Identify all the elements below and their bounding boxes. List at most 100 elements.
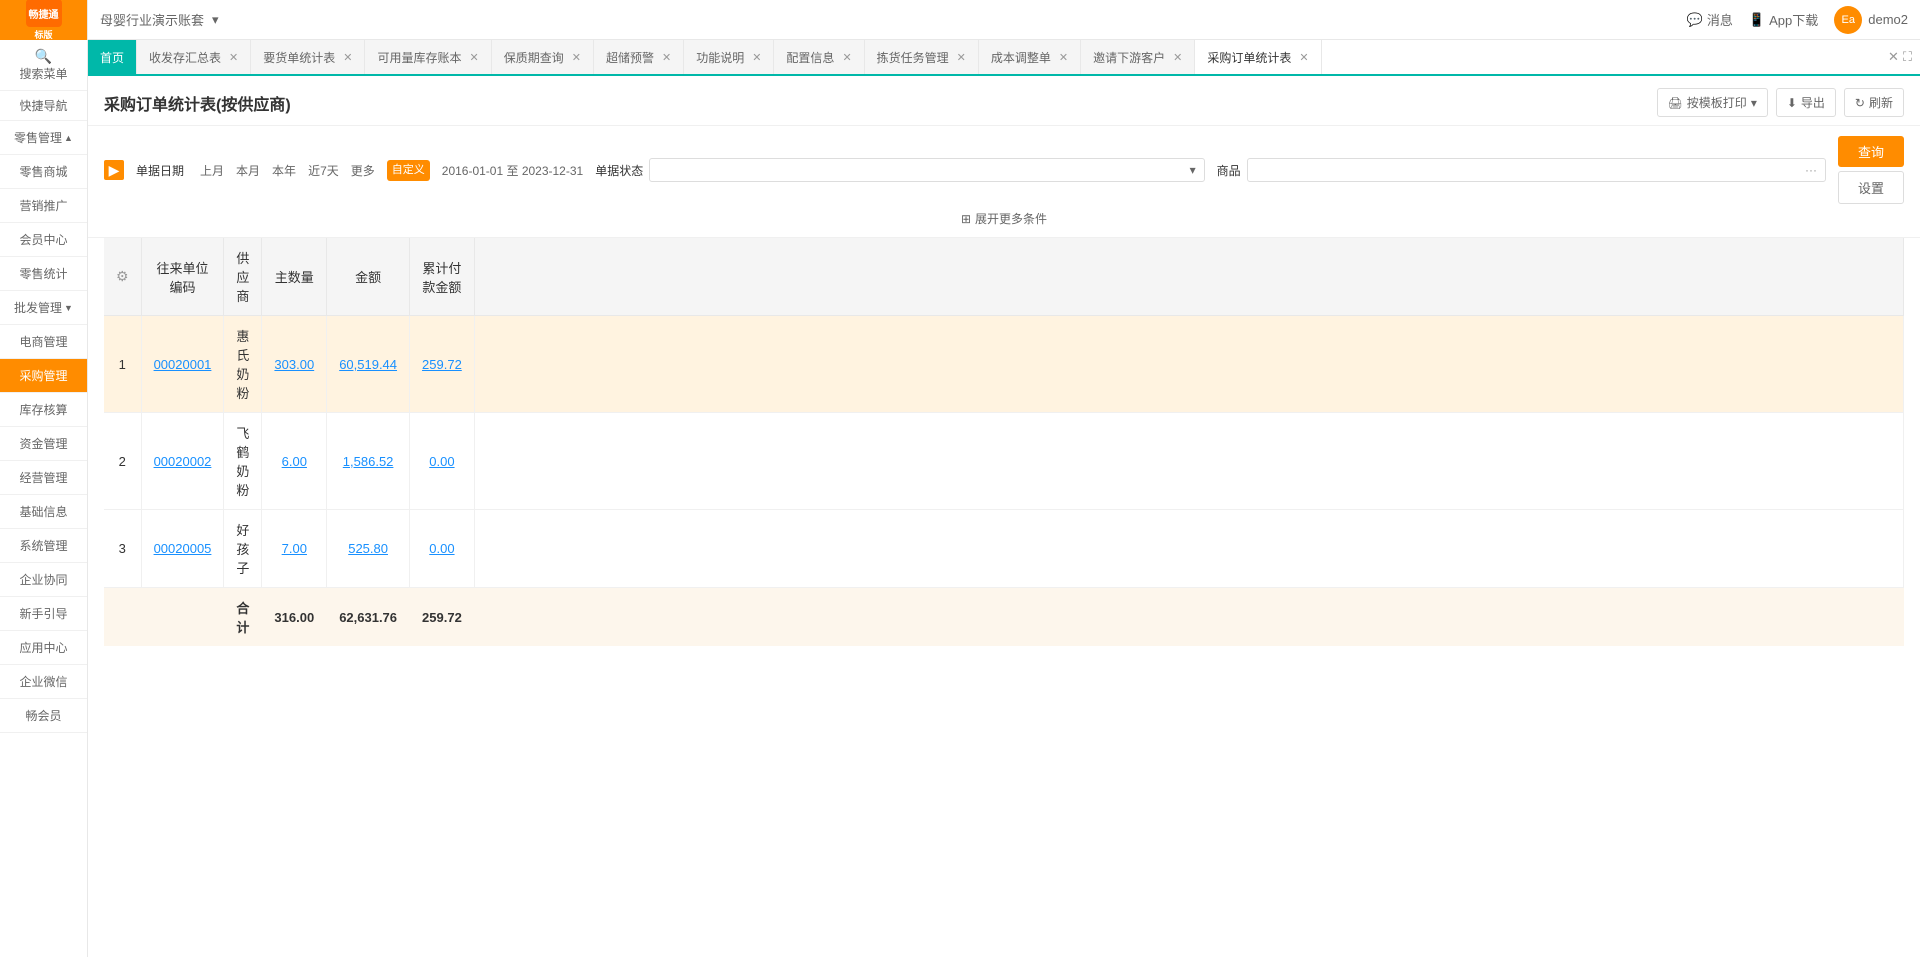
tab-warranty[interactable]: 保质期查询 ✕ [492, 40, 594, 75]
row-qty[interactable]: 6.00 [262, 413, 327, 510]
app-logo: 畅捷通 标版 [0, 0, 87, 40]
tab-function-desc[interactable]: 功能说明 ✕ [684, 40, 774, 75]
row-extra [474, 316, 1903, 413]
sidebar-item-newguide[interactable]: 新手引导 [0, 597, 87, 631]
tab-config[interactable]: 配置信息 ✕ [774, 40, 864, 75]
tab-home[interactable]: 首页 [88, 40, 137, 75]
sidebar-quick-nav[interactable]: 快捷导航 [0, 91, 87, 121]
close-icon[interactable]: ✕ [1059, 51, 1068, 64]
tab-cost-adjust[interactable]: 成本调整单 ✕ [979, 40, 1081, 75]
workspace-dropdown-icon: ▾ [212, 12, 219, 28]
sidebar-item-wholesale[interactable]: 批发管理 ▼ [0, 291, 87, 325]
status-select[interactable]: ▾ [649, 158, 1204, 182]
row-paid[interactable]: 0.00 [410, 510, 475, 588]
tab-pick-task[interactable]: 拣货任务管理 ✕ [865, 40, 979, 75]
header-right: 💬 消息 📱 App下载 Ea demo2 [1687, 6, 1908, 34]
sidebar-item-retail-stats[interactable]: 零售统计 [0, 257, 87, 291]
table-row: 1 00020001 惠氏奶粉 303.00 60,519.44 259.72 [104, 316, 1904, 413]
date-last-month[interactable]: 上月 [196, 160, 228, 181]
sidebar-search[interactable]: 🔍 搜索菜单 [0, 40, 87, 91]
close-icon[interactable]: ✕ [842, 51, 851, 64]
close-icon[interactable]: ✕ [572, 51, 581, 64]
column-settings-icon[interactable]: ⚙ [116, 268, 129, 284]
row-supplier: 惠氏奶粉 [224, 316, 262, 413]
close-icon[interactable]: ✕ [957, 51, 966, 64]
row-code[interactable]: 00020001 [141, 316, 224, 413]
sidebar-item-member[interactable]: 会员中心 [0, 223, 87, 257]
sidebar-item-appcenter[interactable]: 应用中心 [0, 631, 87, 665]
close-icon[interactable]: ✕ [229, 51, 238, 64]
maximize-icon[interactable]: ⛶ [1903, 49, 1912, 65]
table-row: 3 00020005 好孩子 7.00 525.80 0.00 [104, 510, 1904, 588]
tab-overstock[interactable]: 超储预警 ✕ [594, 40, 684, 75]
tab-invite-downstream[interactable]: 邀请下游客户 ✕ [1081, 40, 1195, 75]
app-download-button[interactable]: 📱 App下载 [1749, 10, 1818, 29]
sidebar-item-purchase[interactable]: 采购管理 [0, 359, 87, 393]
date-label: 单据日期 [136, 162, 184, 179]
sidebar-item-system[interactable]: 系统管理 [0, 529, 87, 563]
row-no: 2 [104, 413, 141, 510]
date-this-year[interactable]: 本年 [268, 160, 300, 181]
message-button[interactable]: 💬 消息 [1687, 10, 1733, 29]
sidebar-item-inventory[interactable]: 库存核算 [0, 393, 87, 427]
close-icon[interactable]: ✕ [470, 51, 479, 64]
sidebar-item-enterprise-wechat[interactable]: 企业微信 [0, 665, 87, 699]
row-amount[interactable]: 1,586.52 [327, 413, 410, 510]
sidebar-item-vip[interactable]: 畅会员 [0, 699, 87, 733]
goods-input[interactable]: ··· [1247, 158, 1826, 182]
sidebar-item-ecom[interactable]: 电商管理 [0, 325, 87, 359]
filter-row-1: ▶ 单据日期 上月 本月 本年 近7天 更多 自定义 2016-01-01 至 … [104, 136, 1904, 204]
export-button[interactable]: ⬇ 导出 [1776, 88, 1836, 117]
close-icon[interactable]: ✕ [1173, 51, 1182, 64]
sidebar-item-retail-mgmt[interactable]: 零售管理 ▲ [0, 121, 87, 155]
row-no: 1 [104, 316, 141, 413]
filter-toggle-button[interactable]: ▶ [104, 160, 124, 180]
date-this-month[interactable]: 本月 [232, 160, 264, 181]
page-title: 采购订单统计表(按供应商) [104, 91, 291, 115]
tab-bar-actions: ✕ ⛶ [1880, 49, 1920, 65]
search-button[interactable]: 查询 [1838, 136, 1904, 167]
row-paid[interactable]: 0.00 [410, 413, 475, 510]
tab-purchase-summary[interactable]: 采购订单统计表 ✕ [1195, 40, 1321, 76]
row-qty[interactable]: 303.00 [262, 316, 327, 413]
page-header: 采购订单统计表(按供应商) 🖨 按模板打印 ▾ ⬇ 导出 ↻ 刷新 [88, 76, 1920, 126]
print-icon: 🖨 [1668, 96, 1683, 110]
print-button[interactable]: 🖨 按模板打印 ▾ [1657, 88, 1768, 117]
sidebar-item-collab[interactable]: 企业协同 [0, 563, 87, 597]
date-7days[interactable]: 近7天 [304, 160, 343, 181]
sidebar-item-finance[interactable]: 资金管理 [0, 427, 87, 461]
close-all-icon[interactable]: ✕ [1888, 49, 1899, 65]
row-amount[interactable]: 525.80 [327, 510, 410, 588]
chevron-icon: ▲ [64, 133, 73, 143]
row-code[interactable]: 00020005 [141, 510, 224, 588]
date-more[interactable]: 更多 [347, 160, 379, 181]
row-amount[interactable]: 60,519.44 [327, 316, 410, 413]
tab-available-inventory[interactable]: 可用量库存账本 ✕ [365, 40, 491, 75]
setting-button[interactable]: 设置 [1838, 171, 1904, 204]
close-icon[interactable]: ✕ [1299, 51, 1308, 64]
status-group: 单据状态 ▾ [595, 158, 1204, 182]
user-menu[interactable]: Ea demo2 [1834, 6, 1908, 34]
row-qty[interactable]: 7.00 [262, 510, 327, 588]
sidebar-item-retail-shop[interactable]: 零售商城 [0, 155, 87, 189]
footer-amount: 62,631.76 [327, 588, 410, 647]
row-paid[interactable]: 259.72 [410, 316, 475, 413]
col-code: 往来单位编码 [141, 238, 224, 316]
row-extra [474, 413, 1903, 510]
tab-receive-summary[interactable]: 收发存汇总表 ✕ [137, 40, 251, 75]
app-icon: 📱 [1749, 12, 1765, 28]
close-icon[interactable]: ✕ [752, 51, 761, 64]
row-code[interactable]: 00020002 [141, 413, 224, 510]
sidebar-item-marketing[interactable]: 营销推广 [0, 189, 87, 223]
tab-goods-summary[interactable]: 要货单统计表 ✕ [251, 40, 365, 75]
main-area: 母婴行业演示账套 ▾ 💬 消息 📱 App下载 Ea demo2 首页 [88, 0, 1920, 957]
sidebar-item-ops[interactable]: 经营管理 [0, 461, 87, 495]
refresh-button[interactable]: ↻ 刷新 [1844, 88, 1904, 117]
purchase-summary-table: ⚙ 往来单位编码 供应商 主数量 金额 累计付款金额 1 00020001 惠氏… [104, 238, 1904, 646]
workspace-selector[interactable]: 母婴行业演示账套 ▾ [100, 10, 219, 29]
close-icon[interactable]: ✕ [662, 51, 671, 64]
date-range-display: 2016-01-01 至 2023-12-31 [442, 162, 583, 179]
expand-conditions-button[interactable]: ⊞ 展开更多条件 [961, 210, 1047, 227]
sidebar-item-basic[interactable]: 基础信息 [0, 495, 87, 529]
close-icon[interactable]: ✕ [343, 51, 352, 64]
